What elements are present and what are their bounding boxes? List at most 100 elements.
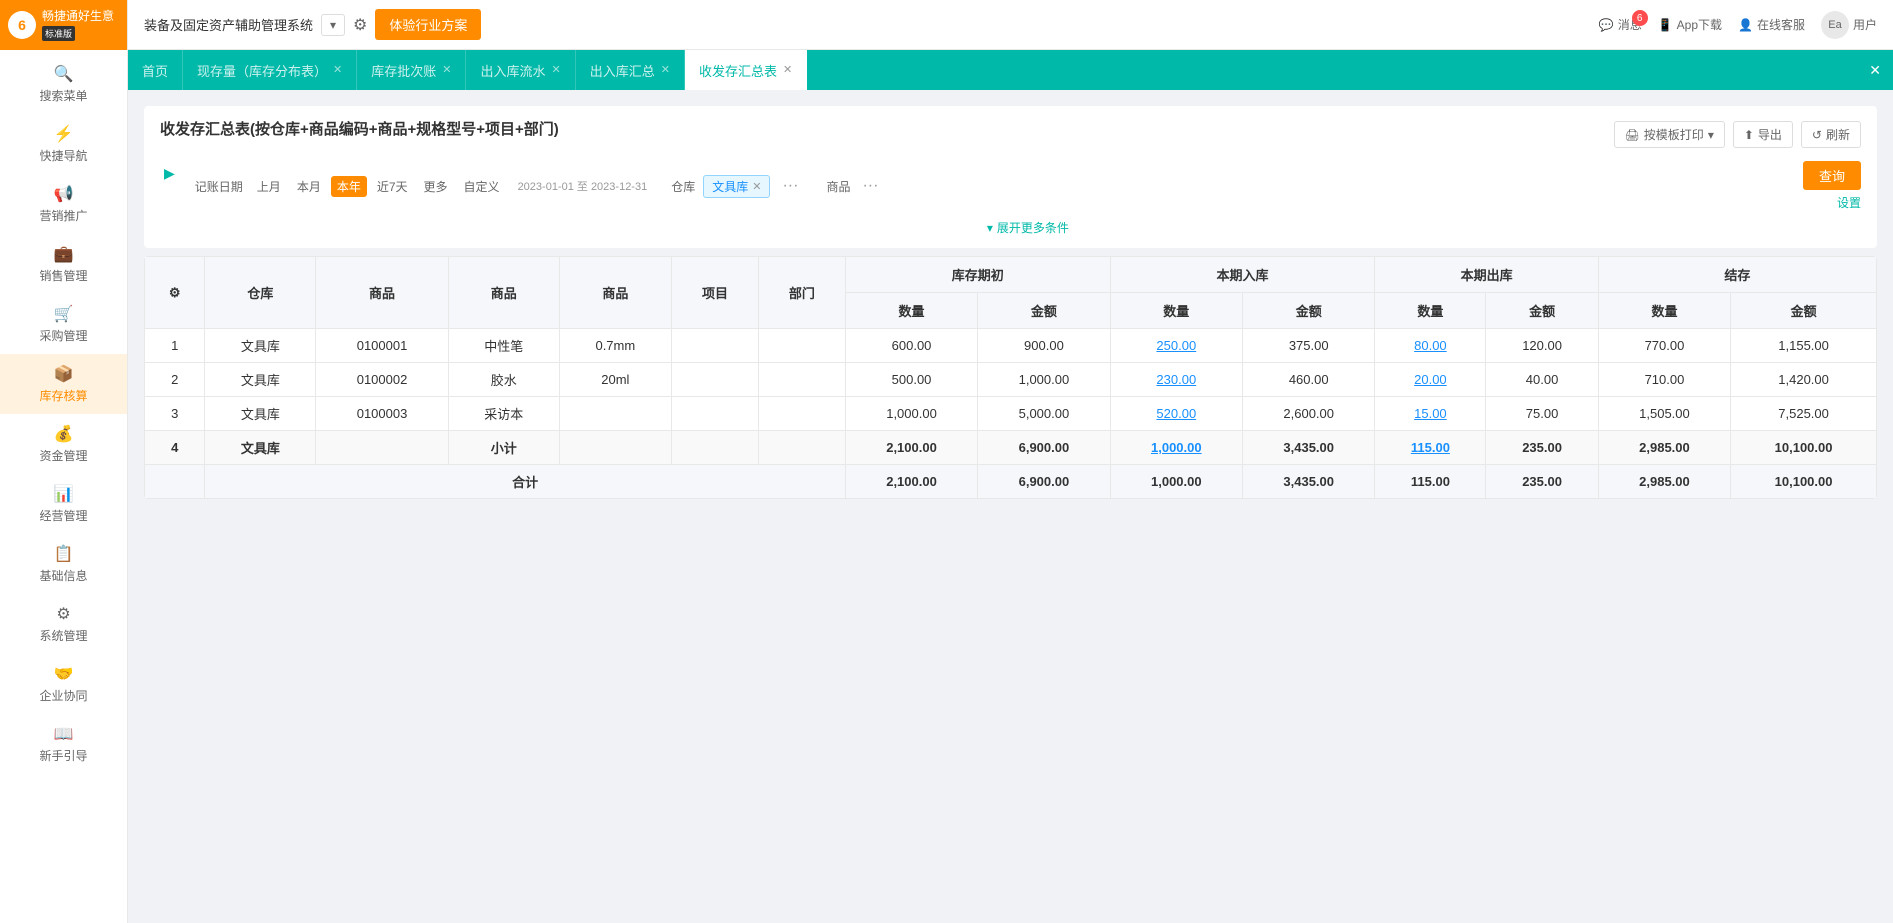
sub-in-amt: 金额 — [1243, 293, 1375, 329]
print-button[interactable]: 🖨 按模板打印 ▾ — [1614, 121, 1725, 148]
col-project: 项目 — [671, 257, 758, 329]
goods-label: 商品 — [826, 178, 850, 195]
col-name: 商品 — [448, 257, 559, 329]
app-download-label: App下载 — [1677, 16, 1722, 33]
sidebar-item-资金管理[interactable]: 💰 资金管理 — [0, 414, 127, 474]
query-button[interactable]: 查询 — [1803, 161, 1861, 190]
col-code: 商品 — [316, 257, 448, 329]
tabs-close-all[interactable]: ✕ — [1857, 62, 1893, 79]
cell-warehouse-0: 文具库 — [205, 329, 316, 363]
tab-0[interactable]: 首页 — [128, 50, 183, 90]
user-label: 用户 — [1853, 16, 1877, 33]
gear-icon[interactable]: ⚙ — [353, 15, 367, 35]
sidebar-item-企业协同[interactable]: 🤝企业协同 — [0, 654, 127, 714]
filter-section: 收发存汇总表(按仓库+商品编码+商品+规格型号+项目+部门) 🖨 按模板打印 ▾… — [144, 106, 1877, 248]
sidebar-item-经营管理[interactable]: 📊经营管理 — [0, 474, 127, 534]
cell-in-qty-0: 250.00 — [1110, 329, 1242, 363]
out-qty-link-3[interactable]: 115.00 — [1411, 440, 1450, 455]
in-qty-link-2[interactable]: 520.00 — [1156, 406, 1196, 421]
data-table: ⚙ 仓库 商品 商品 商品 项目 部门 库存期初 本期入库 本期出库 结存 数量 — [144, 256, 1877, 499]
cell-out-qty-3: 115.00 — [1375, 431, 1486, 465]
cell-out-qty-2: 15.00 — [1375, 397, 1486, 431]
message-badge: 6 — [1632, 10, 1648, 26]
tab-close-4[interactable]: ✕ — [661, 65, 670, 76]
app-download-item[interactable]: 📱 App下载 — [1658, 16, 1722, 33]
sidebar-item-系统管理[interactable]: ⚙系统管理 — [0, 594, 127, 654]
page-title: 收发存汇总表(按仓库+商品编码+商品+规格型号+项目+部门) — [160, 118, 559, 139]
nav-label-0: 搜索菜单 — [39, 87, 87, 104]
refresh-button[interactable]: ↺ 刷新 — [1801, 121, 1861, 148]
sidebar-item-采购管理[interactable]: 🛒采购管理 — [0, 294, 127, 354]
out-qty-link-1[interactable]: 20.00 — [1414, 372, 1447, 387]
sub-in-qty: 数量 — [1110, 293, 1242, 329]
sub-bal-amt: 金额 — [1731, 293, 1877, 329]
sidebar-item-销售管理[interactable]: 💼销售管理 — [0, 234, 127, 294]
sidebar-item-营销推广[interactable]: 📢营销推广 — [0, 174, 127, 234]
warehouse-tag-remove[interactable]: ✕ — [752, 180, 761, 193]
sub-out-qty: 数量 — [1375, 293, 1486, 329]
tab-label-4: 出入库汇总 — [590, 61, 655, 80]
tab-5[interactable]: 收发存汇总表✕ — [685, 50, 807, 90]
date-btn-this-month[interactable]: 本月 — [291, 176, 327, 197]
logo-badge: 标准版 — [42, 26, 75, 41]
system-title: 装备及固定资产辅助管理系统 — [144, 15, 313, 34]
goods-ellipsis[interactable]: ··· — [858, 177, 882, 195]
nav-label-2: 营销推广 — [39, 207, 87, 224]
nav-label-6: 资金管理 — [39, 447, 87, 464]
sidebar-item-基础信息[interactable]: 📋基础信息 — [0, 534, 127, 594]
trial-button[interactable]: 体验行业方案 — [375, 9, 481, 40]
tab-close-2[interactable]: ✕ — [442, 65, 451, 76]
nav-icon-6: 💰 — [54, 424, 74, 444]
tab-1[interactable]: 现存量（库存分布表）✕ — [183, 50, 357, 90]
date-btn-more[interactable]: 更多 — [418, 176, 454, 197]
nav-label-1: 快捷导航 — [39, 147, 87, 164]
date-btn-custom[interactable]: 自定义 — [458, 176, 506, 197]
tab-3[interactable]: 出入库流水✕ — [466, 50, 575, 90]
out-qty-link-0[interactable]: 80.00 — [1414, 338, 1447, 353]
export-button[interactable]: ⬆ 导出 — [1733, 121, 1793, 148]
setting-link[interactable]: 设置 — [1837, 194, 1861, 211]
tab-2[interactable]: 库存批次账✕ — [357, 50, 466, 90]
table-row: 3 文具库 0100003 采访本 1,000.00 5,000.00 520.… — [145, 397, 1877, 431]
footer-out-qty: 115.00 — [1375, 465, 1486, 499]
user-item[interactable]: Ea 用户 — [1821, 11, 1877, 39]
date-btn-last-month[interactable]: 上月 — [251, 176, 287, 197]
sidebar-item-搜索菜单[interactable]: 🔍搜索菜单 — [0, 54, 127, 114]
cell-dept-1 — [758, 363, 845, 397]
tab-close-5[interactable]: ✕ — [783, 65, 792, 76]
sidebar-nav: 🔍搜索菜单⚡快捷导航📢营销推广💼销售管理🛒采购管理📦库存核算 💰 资金管理 📊经营管理… — [0, 50, 127, 923]
settings-icon: ⚙ — [169, 285, 181, 300]
sidebar-item-新手引导[interactable]: 📖新手引导 — [0, 714, 127, 774]
online-service-item[interactable]: 👤 在线客服 — [1738, 16, 1805, 33]
system-dropdown[interactable]: ▾ — [321, 14, 345, 36]
expand-conditions-btn[interactable]: ▾ 展开更多条件 — [987, 219, 1069, 236]
message-item[interactable]: 💬 消息 6 — [1599, 16, 1642, 33]
in-qty-link-0[interactable]: 250.00 — [1156, 338, 1196, 353]
in-qty-link-1[interactable]: 230.00 — [1156, 372, 1196, 387]
date-btn-7days[interactable]: 近7天 — [371, 176, 414, 197]
out-qty-link-2[interactable]: 15.00 — [1414, 406, 1447, 421]
nav-icon-10: 🤝 — [54, 664, 74, 684]
sidebar-item-库存核算[interactable]: 📦库存核算 — [0, 354, 127, 414]
col-settings[interactable]: ⚙ — [145, 257, 205, 329]
footer-in-amt: 3,435.00 — [1243, 465, 1375, 499]
tab-close-1[interactable]: ✕ — [333, 65, 342, 76]
footer-empty-1 — [145, 465, 205, 499]
cell-init-qty-0: 600.00 — [845, 329, 977, 363]
cell-spec-0: 0.7mm — [559, 329, 671, 363]
tab-4[interactable]: 出入库汇总 ✕ — [576, 50, 685, 90]
warehouse-ellipsis[interactable]: ··· — [778, 177, 802, 195]
in-qty-link-3[interactable]: 1,000.00 — [1151, 440, 1202, 455]
cell-project-3 — [671, 431, 758, 465]
cell-out-amt-2: 75.00 — [1486, 397, 1598, 431]
sidebar-item-快捷导航[interactable]: ⚡快捷导航 — [0, 114, 127, 174]
cell-init-amt-0: 900.00 — [978, 329, 1110, 363]
date-btn-this-year[interactable]: 本年 — [331, 176, 367, 197]
sub-init-amt: 金额 — [978, 293, 1110, 329]
tab-close-3[interactable]: ✕ — [552, 65, 561, 76]
col-group-init: 库存期初 — [845, 257, 1110, 293]
filter-expand-arrow[interactable]: ▶ — [160, 161, 179, 186]
cell-no-1: 2 — [145, 363, 205, 397]
cell-warehouse-2: 文具库 — [205, 397, 316, 431]
cell-bal-qty-1: 710.00 — [1598, 363, 1730, 397]
